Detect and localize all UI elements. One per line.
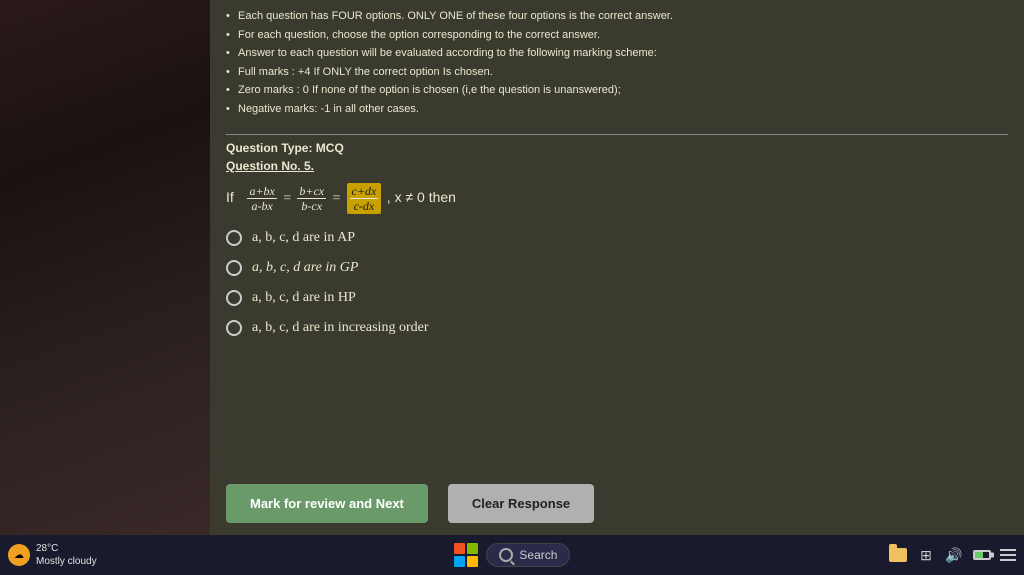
- mark-review-button[interactable]: Mark for review and Next: [226, 484, 428, 523]
- folder-icon[interactable]: [888, 545, 908, 565]
- radio-option-2[interactable]: [226, 260, 242, 276]
- clear-response-button[interactable]: Clear Response: [448, 484, 594, 523]
- fraction-2: b+cx b-cx: [297, 184, 326, 214]
- question-type-label: Question Type: MCQ: [226, 141, 1008, 155]
- instructions-list: Each question has FOUR options. ONLY ONE…: [226, 8, 1008, 119]
- taskbar-right: ⊞ 🔊: [876, 545, 1016, 565]
- divider: [226, 134, 1008, 135]
- fraction-3-numerator: c+dx: [350, 184, 379, 199]
- radio-option-1[interactable]: [226, 230, 242, 246]
- instruction-item: Negative marks: -1 in all other cases.: [226, 101, 1008, 119]
- fraction-3-denominator: c-dx: [352, 199, 377, 213]
- option-1-text: a, b, c, d are in AP: [252, 230, 355, 246]
- battery-icon: [972, 545, 992, 565]
- content-panel: Each question has FOUR options. ONLY ONE…: [210, 0, 1024, 535]
- fraction-1: a+bx a-bx: [247, 184, 276, 214]
- taskbar-center: Search: [148, 543, 876, 567]
- volume-symbol: 🔊: [945, 547, 962, 564]
- left-panel-background: [0, 0, 210, 535]
- menu-line-3: [1000, 559, 1016, 561]
- network-symbol: ⊞: [920, 547, 932, 564]
- fraction-1-denominator: a-bx: [250, 199, 275, 213]
- search-icon: [499, 548, 513, 562]
- instructions-section: Each question has FOUR options. ONLY ONE…: [226, 8, 1008, 120]
- battery-fill: [975, 552, 983, 558]
- question-number-label: Question No. 5.: [226, 159, 1008, 173]
- question-text: If a+bx a-bx = b+cx b-cx = c+dx c-dx , x…: [226, 183, 1008, 215]
- option-1[interactable]: a, b, c, d are in AP: [226, 230, 1008, 246]
- weather-icon: ☁: [8, 544, 30, 566]
- left-panel: [0, 0, 210, 535]
- folder-shape: [889, 548, 907, 562]
- instruction-item: Answer to each question will be evaluate…: [226, 45, 1008, 63]
- network-icon[interactable]: ⊞: [916, 545, 936, 565]
- option-3-text: a, b, c, d are in HP: [252, 290, 356, 306]
- windows-icon-green: [467, 543, 478, 554]
- menu-line-2: [1000, 554, 1016, 556]
- option-4-text: a, b, c, d are in increasing order: [252, 320, 428, 336]
- taskbar-weather-text: 28°C Mostly cloudy: [36, 542, 97, 568]
- question-prefix: If: [226, 189, 234, 205]
- instruction-item: Full marks : +4 If ONLY the correct opti…: [226, 64, 1008, 82]
- option-2[interactable]: a, b, c, d are in GP: [226, 260, 1008, 276]
- taskbar-search-bar[interactable]: Search: [486, 543, 570, 567]
- taskbar-search-label: Search: [519, 548, 557, 562]
- fraction-1-numerator: a+bx: [247, 184, 276, 199]
- option-2-text: a, b, c, d are in GP: [252, 260, 358, 276]
- windows-icon-red: [454, 543, 465, 554]
- fraction-3: c+dx c-dx: [347, 183, 382, 215]
- fraction-2-denominator: b-cx: [299, 199, 324, 213]
- math-expression: a+bx a-bx = b+cx b-cx = c+dx c-dx: [245, 191, 386, 206]
- instruction-item: Each question has FOUR options. ONLY ONE…: [226, 8, 1008, 26]
- weather-temp: 28°C: [36, 542, 97, 555]
- fraction-2-numerator: b+cx: [297, 184, 326, 199]
- taskbar-menu-icon[interactable]: [1000, 549, 1016, 561]
- battery-shape: [973, 550, 991, 560]
- radio-option-3[interactable]: [226, 290, 242, 306]
- menu-line-1: [1000, 549, 1016, 551]
- instruction-item: For each question, choose the option cor…: [226, 27, 1008, 45]
- instruction-item: Zero marks : 0 If none of the option is …: [226, 82, 1008, 100]
- action-buttons: Mark for review and Next Clear Response: [226, 474, 1008, 523]
- weather-desc: Mostly cloudy: [36, 555, 97, 568]
- windows-icon-yellow: [467, 556, 478, 567]
- radio-option-4[interactable]: [226, 320, 242, 336]
- main-area: Each question has FOUR options. ONLY ONE…: [0, 0, 1024, 535]
- taskbar-left: ☁ 28°C Mostly cloudy: [8, 542, 148, 568]
- question-suffix: , x ≠ 0 then: [387, 189, 456, 205]
- volume-icon[interactable]: 🔊: [944, 545, 964, 565]
- option-4[interactable]: a, b, c, d are in increasing order: [226, 320, 1008, 336]
- windows-start-button[interactable]: [454, 543, 478, 567]
- windows-icon-blue: [454, 556, 465, 567]
- option-3[interactable]: a, b, c, d are in HP: [226, 290, 1008, 306]
- taskbar: ☁ 28°C Mostly cloudy Search ⊞ 🔊: [0, 535, 1024, 575]
- options-list: a, b, c, d are in AP a, b, c, d are in G…: [226, 230, 1008, 350]
